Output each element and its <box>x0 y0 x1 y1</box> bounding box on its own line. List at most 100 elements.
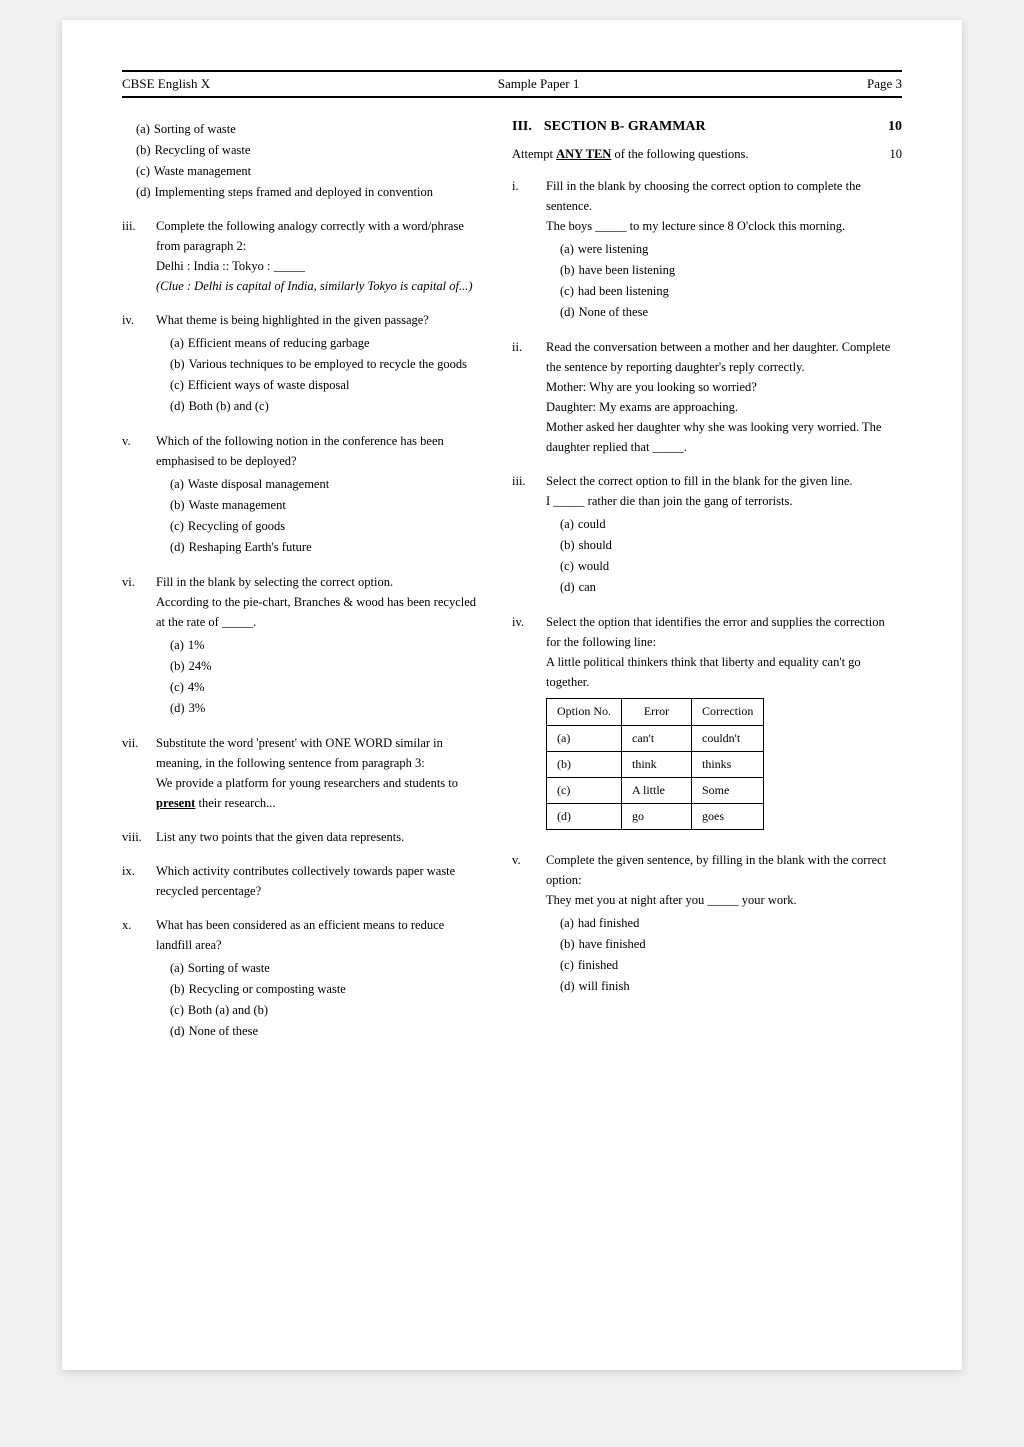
list-item: (b) Recycling or composting waste <box>170 979 482 999</box>
q-dialogue-0: Mother: Why are you looking so worried? <box>546 380 757 394</box>
q-dialogue-2: Mother asked her daughter why she was lo… <box>546 420 881 454</box>
q-sentence-i: The boys _____ to my lecture since 8 O'c… <box>546 219 845 233</box>
opt-d-text: None of these <box>579 302 648 322</box>
q-content-iv: What theme is being highlighted in the g… <box>156 310 482 417</box>
q-row-x: x. What has been considered as an effici… <box>122 915 482 1042</box>
list-item: (d) None of these <box>170 1021 482 1041</box>
option-label-c: (c) <box>136 161 150 181</box>
opt-c-text: Recycling of goods <box>188 516 285 536</box>
q-text-viii: List any two points that the given data … <box>156 830 404 844</box>
q-sentence-v-right: They met you at night after you _____ yo… <box>546 893 797 907</box>
list-item: (d) will finish <box>560 976 902 996</box>
list-item: (d) Implementing steps framed and deploy… <box>136 182 482 202</box>
q-content-vi: Fill in the blank by selecting the corre… <box>156 572 482 719</box>
list-item: (a) Efficient means of reducing garbage <box>170 333 482 353</box>
options-i-right: (a) were listening (b) have been listeni… <box>560 239 902 322</box>
list-item: (c) would <box>560 556 902 576</box>
table-cell-error-d: go <box>622 804 692 830</box>
opt-d-label: (d) <box>170 698 185 718</box>
opt-c-label: (c) <box>170 677 184 697</box>
header-left: CBSE English X <box>122 76 210 92</box>
question-iv-left: iv. What theme is being highlighted in t… <box>122 310 482 417</box>
q-sentence-iii-right: I _____ rather die than join the gang of… <box>546 494 792 508</box>
option-text-d: Implementing steps framed and deployed i… <box>155 182 433 202</box>
table-cell-correction-b: thinks <box>692 751 764 777</box>
opt-a-label: (a) <box>170 635 184 655</box>
opt-a-label: (a) <box>560 514 574 534</box>
opt-b-label: (b) <box>170 979 185 999</box>
q-content-v: Which of the following notion in the con… <box>156 431 482 558</box>
q-content-vii: Substitute the word 'present' with ONE W… <box>156 733 482 813</box>
opt-b-text: 24% <box>189 656 212 676</box>
table-cell-error-a: can't <box>622 725 692 751</box>
list-item: (a) Waste disposal management <box>170 474 482 494</box>
opt-d-label: (d) <box>560 302 575 322</box>
q-fill-iii: Delhi : India :: Tokyo : _____ <box>156 259 305 273</box>
opt-a-text: could <box>578 514 606 534</box>
list-item: (b) Recycling of waste <box>136 140 482 160</box>
table-row: (a) can't couldn't <box>547 725 764 751</box>
list-item: (c) finished <box>560 955 902 975</box>
opt-b-label: (b) <box>560 934 575 954</box>
list-item: (c) Both (a) and (b) <box>170 1000 482 1020</box>
top-options-block: (a) Sorting of waste (b) Recycling of wa… <box>122 119 482 202</box>
q-num-ix: ix. <box>122 861 150 901</box>
opt-a-label: (a) <box>170 474 184 494</box>
opt-b-text: Recycling or composting waste <box>189 979 346 999</box>
q-content-ix: Which activity contributes collectively … <box>156 861 482 901</box>
table-row: (c) A little Some <box>547 777 764 803</box>
q-row-iv: iv. What theme is being highlighted in t… <box>122 310 482 417</box>
option-label-d: (d) <box>136 182 151 202</box>
q-dialogue-1: Daughter: My exams are approaching. <box>546 400 738 414</box>
q-content-viii: List any two points that the given data … <box>156 827 482 847</box>
question-v-left: v. Which of the following notion in the … <box>122 431 482 558</box>
table-header-error: Error <box>622 699 692 725</box>
opt-c-label: (c) <box>170 1000 184 1020</box>
list-item: (c) Waste management <box>136 161 482 181</box>
q-num-iii-right: iii. <box>512 471 540 598</box>
opt-d-text: will finish <box>579 976 630 996</box>
table-cell-option-b: (b) <box>547 751 622 777</box>
q-text-iii: Complete the following analogy correctly… <box>156 219 464 253</box>
q-row-ix: ix. Which activity contributes collectiv… <box>122 861 482 901</box>
q-content-iii-right: Select the correct option to fill in the… <box>546 471 902 598</box>
opt-c-text: had been listening <box>578 281 669 301</box>
q-row-viii: viii. List any two points that the given… <box>122 827 482 847</box>
opt-c-label: (c) <box>170 516 184 536</box>
right-column: III. SECTION B- GRAMMAR 10 Attempt ANY T… <box>512 116 902 1056</box>
q-text-v-right: Complete the given sentence, by filling … <box>546 853 886 887</box>
q-row-vii: vii. Substitute the word 'present' with … <box>122 733 482 813</box>
list-item: (a) Sorting of waste <box>170 958 482 978</box>
question-viii-left: viii. List any two points that the given… <box>122 827 482 847</box>
q-num-ii-right: ii. <box>512 337 540 457</box>
q-num-i-right: i. <box>512 176 540 323</box>
table-cell-option-c: (c) <box>547 777 622 803</box>
opt-a-label: (a) <box>170 333 184 353</box>
opt-d-label: (d) <box>170 1021 185 1041</box>
attempt-text: Attempt ANY TEN of the following questio… <box>512 144 748 164</box>
table-row: Option No. Error Correction <box>547 699 764 725</box>
q-num-vii: vii. <box>122 733 150 813</box>
list-item: (b) have been listening <box>560 260 902 280</box>
option-label-b: (b) <box>136 140 151 160</box>
q-num-iv-right: iv. <box>512 612 540 836</box>
q-num-vi: vi. <box>122 572 150 719</box>
section-title: SECTION B- GRAMMAR <box>544 116 706 138</box>
question-i-right: i. Fill in the blank by choosing the cor… <box>512 176 902 323</box>
q-subtext-vii: We provide a platform for young research… <box>156 776 458 810</box>
table-cell-correction-d: goes <box>692 804 764 830</box>
q-content-iv-right: Select the option that identifies the er… <box>546 612 902 836</box>
option-label-a: (a) <box>136 119 150 139</box>
question-ii-right: ii. Read the conversation between a moth… <box>512 337 902 457</box>
list-item: (d) Reshaping Earth's future <box>170 537 482 557</box>
option-text-a: Sorting of waste <box>154 119 236 139</box>
options-v: (a) Waste disposal management (b) Waste … <box>170 474 482 557</box>
q-text-vi: Fill in the blank by selecting the corre… <box>156 575 393 589</box>
opt-d-label: (d) <box>560 976 575 996</box>
list-item: (d) Both (b) and (c) <box>170 396 482 416</box>
attempt-line: Attempt ANY TEN of the following questio… <box>512 144 902 164</box>
table-cell-option-d: (d) <box>547 804 622 830</box>
list-item: (c) Recycling of goods <box>170 516 482 536</box>
q-content-x: What has been considered as an efficient… <box>156 915 482 1042</box>
list-item: (c) 4% <box>170 677 482 697</box>
